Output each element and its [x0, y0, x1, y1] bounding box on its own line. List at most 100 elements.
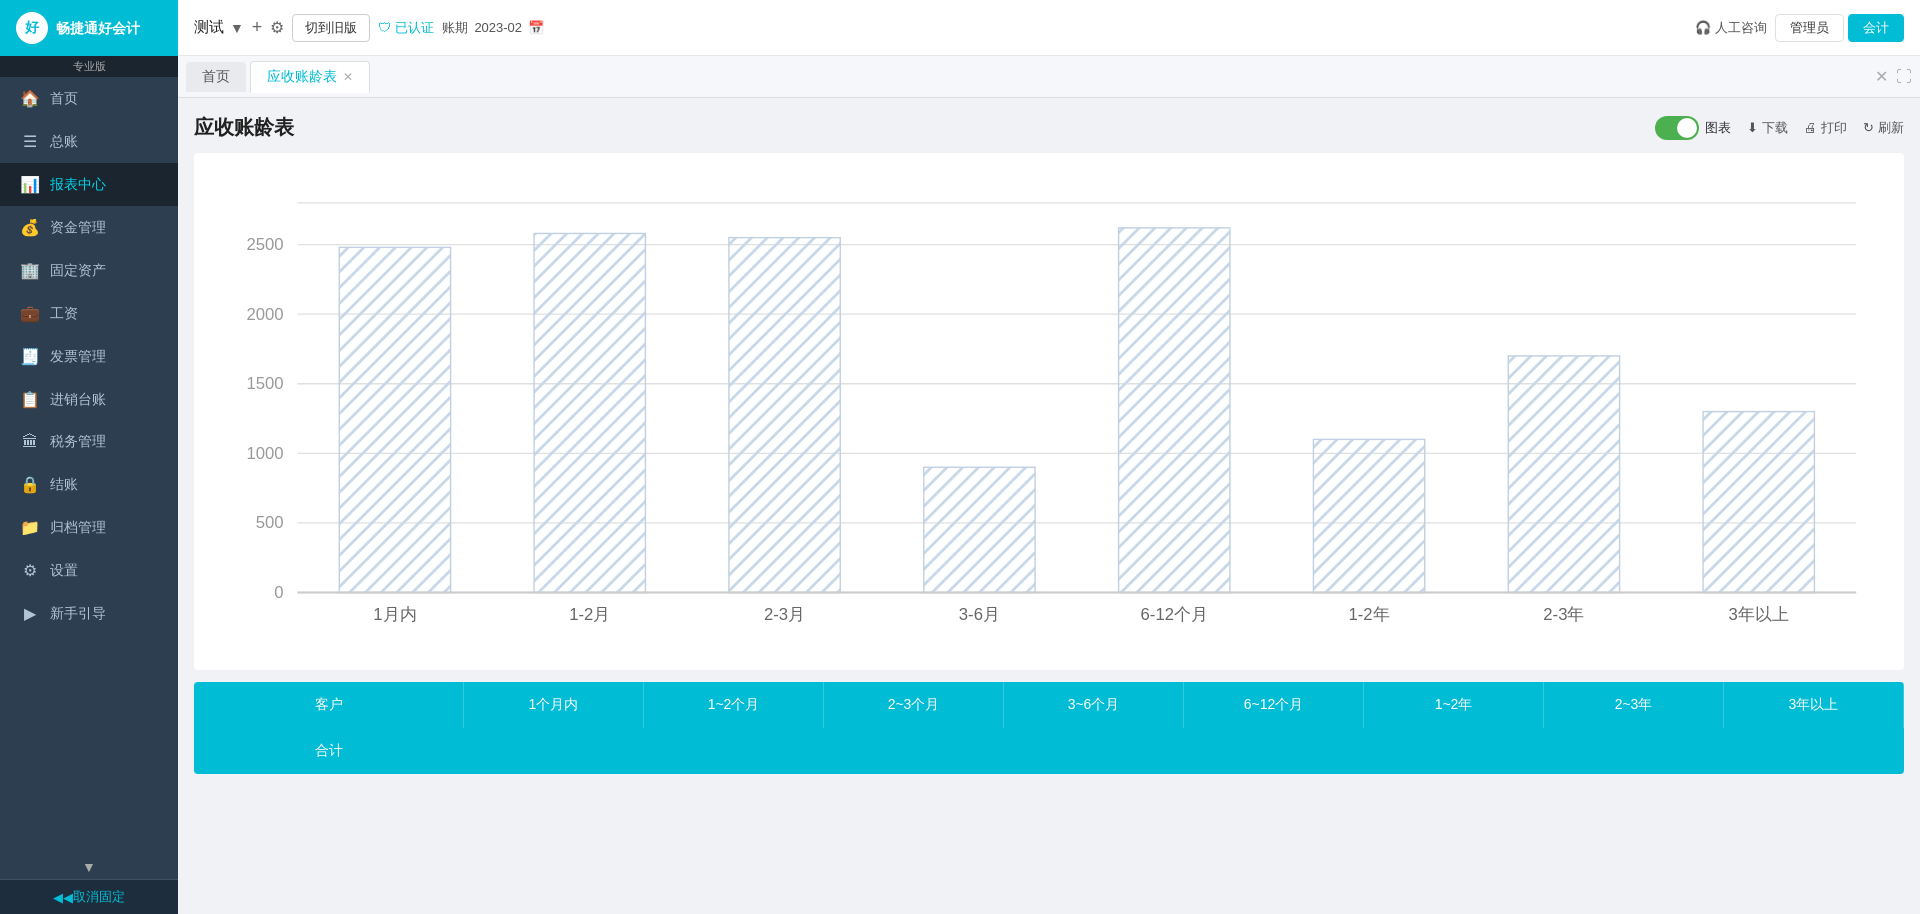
- invoice-icon: 🧾: [20, 347, 40, 366]
- inventory-icon: 📋: [20, 390, 40, 409]
- sidebar-nav: 🏠 首页 ☰ 总账 📊 报表中心 💰 资金管理 🏢 固定资产 💼 工资: [0, 77, 178, 855]
- sidebar-item-ledger[interactable]: ☰ 总账: [0, 120, 178, 163]
- toggle-track[interactable]: [1655, 116, 1699, 140]
- tab-home[interactable]: 首页: [186, 62, 246, 92]
- project-settings-button[interactable]: ⚙: [270, 18, 284, 37]
- col-header-3y-plus: 3年以上: [1724, 682, 1904, 728]
- chart-toggle-label: 图表: [1705, 119, 1731, 137]
- project-selector[interactable]: 测试 ▼: [194, 18, 244, 37]
- bar-chart-container: 0 500 1000 1500 2000 2500 1月内: [194, 153, 1904, 670]
- download-icon: ⬇: [1747, 120, 1758, 135]
- sidebar-item-close[interactable]: 🔒 结账: [0, 463, 178, 506]
- help-button[interactable]: 🎧 人工咨询: [1695, 19, 1767, 37]
- app-title: 畅捷通好会计: [56, 20, 140, 37]
- sidebar-item-label: 结账: [50, 476, 78, 494]
- ar-aging-table: 客户 1个月内 1~2个月 2~3个月 3~6个月 6~12个月 1~2年 2~…: [194, 682, 1904, 774]
- col-header-1m: 1个月内: [464, 682, 644, 728]
- sidebar-logo: 好 畅捷通好会计: [0, 0, 178, 56]
- bar-6-12月: [1119, 228, 1230, 593]
- tab-close-icon[interactable]: ✕: [343, 70, 353, 84]
- tax-icon: 🏛: [20, 433, 40, 451]
- reports-icon: 📊: [20, 175, 40, 194]
- page-title: 应收账龄表: [194, 114, 294, 141]
- sidebar-item-invoice[interactable]: 🧾 发票管理: [0, 335, 178, 378]
- sidebar-scroll-down[interactable]: ▼: [0, 855, 178, 879]
- sidebar-item-inventory[interactable]: 📋 进销台账: [0, 378, 178, 421]
- admin-role-button[interactable]: 管理员: [1775, 14, 1844, 42]
- table-header: 客户 1个月内 1~2个月 2~3个月 3~6个月 6~12个月 1~2年 2~…: [194, 682, 1904, 774]
- svg-text:0: 0: [274, 583, 283, 602]
- col-header-1-2m: 1~2个月: [644, 682, 824, 728]
- sidebar-item-label: 税务管理: [50, 433, 106, 451]
- toggle-thumb: [1677, 118, 1697, 138]
- bar-1月内: [339, 247, 450, 592]
- download-button[interactable]: ⬇ 下载: [1747, 119, 1788, 137]
- app-edition: 专业版: [0, 56, 178, 77]
- svg-text:1000: 1000: [246, 444, 283, 463]
- main-content: 测试 ▼ + ⚙ 切到旧版 🛡 已认证 账期 2023-02 📅 🎧 人工咨询 …: [178, 0, 1920, 914]
- sidebar-item-label: 首页: [50, 90, 78, 108]
- sidebar-item-label: 归档管理: [50, 519, 106, 537]
- sidebar-item-label: 总账: [50, 133, 78, 151]
- expand-tab-button[interactable]: ⛶: [1896, 67, 1912, 86]
- sidebar-item-label: 新手引导: [50, 605, 106, 623]
- sidebar-item-archive[interactable]: 📁 归档管理: [0, 506, 178, 549]
- svg-text:2500: 2500: [246, 235, 283, 254]
- col-header-2-3m: 2~3个月: [824, 682, 1004, 728]
- sidebar-item-home[interactable]: 🏠 首页: [0, 77, 178, 120]
- sidebar-item-label: 资金管理: [50, 219, 106, 237]
- sidebar-item-settings[interactable]: ⚙ 设置: [0, 549, 178, 592]
- sidebar-item-tax[interactable]: 🏛 税务管理: [0, 421, 178, 463]
- close-period-icon: 🔒: [20, 475, 40, 494]
- switch-version-button[interactable]: 切到旧版: [292, 14, 370, 42]
- sidebar-item-funds[interactable]: 💰 资金管理: [0, 206, 178, 249]
- refresh-button[interactable]: ↻ 刷新: [1863, 119, 1904, 137]
- col-header-customer: 客户: [194, 682, 464, 728]
- svg-text:500: 500: [256, 513, 284, 532]
- svg-text:2-3月: 2-3月: [764, 605, 805, 624]
- print-button[interactable]: 🖨 打印: [1804, 119, 1847, 137]
- certification-status: 🛡 已认证: [378, 19, 434, 37]
- tab-home-label: 首页: [202, 68, 230, 86]
- bar-chart-svg: 0 500 1000 1500 2000 2500 1月内: [214, 173, 1884, 650]
- sidebar-item-reports[interactable]: 📊 报表中心: [0, 163, 178, 206]
- col-header-total: 合计: [194, 728, 464, 774]
- tab-ar-aging[interactable]: 应收账龄表 ✕: [250, 61, 370, 93]
- sidebar-item-assets[interactable]: 🏢 固定资产: [0, 249, 178, 292]
- app-logo-icon: 好: [16, 12, 48, 44]
- sidebar-item-label: 固定资产: [50, 262, 106, 280]
- guide-icon: ▶: [20, 604, 40, 623]
- cancel-fixed-area[interactable]: ◀◀ 取消固定: [0, 879, 178, 914]
- calendar-icon[interactable]: 📅: [528, 20, 544, 35]
- tabbar: 首页 应收账龄表 ✕ ✕ ⛶: [178, 56, 1920, 98]
- assets-icon: 🏢: [20, 261, 40, 280]
- cancel-fixed-button[interactable]: 取消固定: [73, 888, 125, 906]
- add-project-button[interactable]: +: [252, 17, 263, 38]
- payroll-icon: 💼: [20, 304, 40, 323]
- accountant-role-button[interactable]: 会计: [1848, 14, 1904, 42]
- sidebar-item-payroll[interactable]: 💼 工资: [0, 292, 178, 335]
- svg-text:2-3年: 2-3年: [1543, 605, 1584, 624]
- tab-ar-aging-label: 应收账龄表: [267, 68, 337, 86]
- svg-text:3年以上: 3年以上: [1729, 605, 1789, 624]
- sidebar-item-guide[interactable]: ▶ 新手引导: [0, 592, 178, 635]
- shield-icon: 🛡: [378, 20, 391, 35]
- svg-text:3-6月: 3-6月: [959, 605, 1000, 624]
- bar-2-3年: [1508, 356, 1619, 593]
- col-header-1-2y: 1~2年: [1364, 682, 1544, 728]
- funds-icon: 💰: [20, 218, 40, 237]
- ledger-icon: ☰: [20, 132, 40, 151]
- bar-2-3月: [729, 238, 840, 593]
- print-icon: 🖨: [1804, 120, 1817, 135]
- svg-text:2000: 2000: [246, 305, 283, 324]
- page-actions: 图表 ⬇ 下载 🖨 打印 ↻ 刷新: [1655, 116, 1904, 140]
- col-header-6-12m: 6~12个月: [1184, 682, 1364, 728]
- chart-toggle[interactable]: [1655, 116, 1699, 140]
- bar-1-2月: [534, 233, 645, 592]
- svg-text:1月内: 1月内: [373, 605, 416, 624]
- close-tab-button[interactable]: ✕: [1875, 67, 1888, 86]
- refresh-icon: ↻: [1863, 120, 1874, 135]
- accounting-period: 账期 2023-02 📅: [442, 19, 544, 37]
- cancel-fixed-icon: ◀◀: [53, 890, 73, 905]
- project-dropdown-icon[interactable]: ▼: [230, 20, 244, 36]
